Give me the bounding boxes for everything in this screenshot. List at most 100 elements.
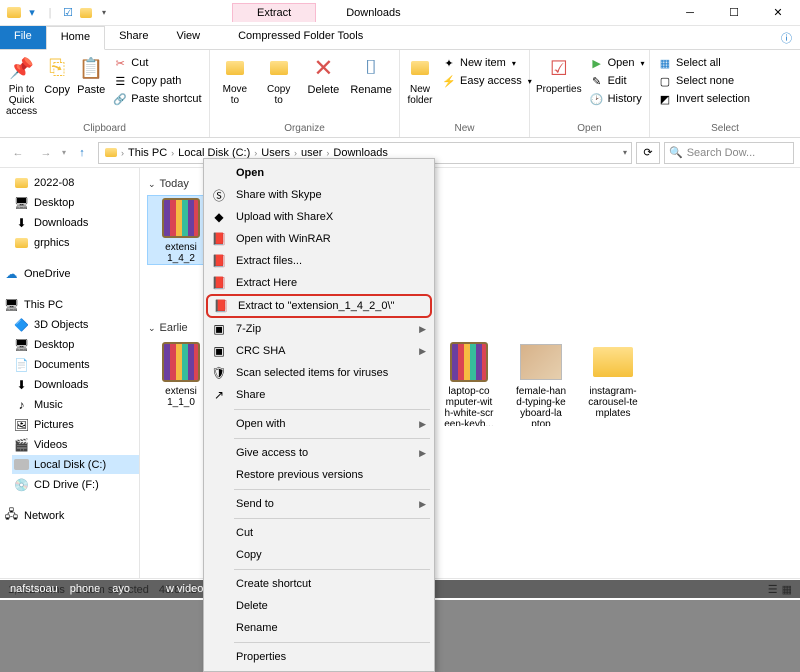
qat-dropdown-icon[interactable]: ▾: [96, 5, 112, 21]
ctx-restore-previous-versions[interactable]: Restore previous versions: [206, 464, 432, 486]
ctx-rename[interactable]: Rename: [206, 617, 432, 639]
nav-item-local-disk-c-[interactable]: Local Disk (C:): [12, 455, 139, 474]
ctx-open-with-winrar[interactable]: 📕Open with WinRAR: [206, 228, 432, 250]
ctx-create-shortcut[interactable]: Create shortcut: [206, 573, 432, 595]
ctx-send-to[interactable]: Send to▶: [206, 493, 432, 515]
back-button[interactable]: ←: [6, 141, 30, 165]
qat-check-icon[interactable]: ☑: [60, 5, 76, 21]
recent-dropdown[interactable]: ▾: [62, 148, 66, 157]
ctx-extract-to-extension-1-4-2-0-[interactable]: 📕Extract to "extension_1_4_2_0\": [206, 294, 432, 318]
forward-button[interactable]: →: [34, 141, 58, 165]
nav-item-cd-drive-f-[interactable]: 💿CD Drive (F:): [12, 475, 139, 494]
up-button[interactable]: ↑: [70, 141, 94, 165]
crumb-users[interactable]: Users: [259, 147, 292, 159]
taskbar-thumb[interactable]: ayo: [112, 583, 130, 595]
ctx-extract-here[interactable]: 📕Extract Here: [206, 272, 432, 294]
pin-quick-access-button[interactable]: 📌Pin to Quick access: [4, 52, 39, 119]
nav-item-2022-08[interactable]: 2022-08: [12, 173, 139, 192]
crumb-user[interactable]: user: [299, 147, 324, 159]
nav-item-onedrive[interactable]: ☁OneDrive: [2, 264, 139, 283]
refresh-button[interactable]: ⟳: [636, 142, 660, 164]
nav-item-downloads[interactable]: ⬇Downloads: [12, 375, 139, 394]
ctx-copy[interactable]: Copy: [206, 544, 432, 566]
taskbar-thumb[interactable]: phone: [70, 583, 101, 595]
history-button[interactable]: 🕑History: [586, 91, 649, 107]
nav-item-pictures[interactable]: 🖼Pictures: [12, 415, 139, 434]
tab-home[interactable]: Home: [46, 26, 105, 50]
crumb-dropdown-icon[interactable]: ▾: [623, 148, 627, 157]
new-folder-button[interactable]: New folder: [404, 52, 436, 108]
properties-icon: ☑: [545, 54, 573, 82]
nav-item-music[interactable]: ♪Music: [12, 395, 139, 414]
rename-icon: ⌷: [357, 54, 385, 82]
blank-icon: [210, 575, 228, 593]
tab-compressed-tools[interactable]: Compressed Folder Tools: [228, 26, 373, 49]
contextual-tab-extract[interactable]: Extract: [232, 3, 316, 22]
search-input[interactable]: 🔍 Search Dow...: [664, 142, 794, 164]
delete-button[interactable]: ✕Delete: [302, 52, 346, 98]
close-button[interactable]: ✕: [756, 0, 800, 26]
easyaccess-icon: ⚡: [442, 74, 456, 88]
file-icon: [517, 340, 565, 384]
rename-button[interactable]: ⌷Rename: [347, 52, 395, 98]
blank-icon: [210, 466, 228, 484]
cut-button[interactable]: ✂Cut: [109, 55, 205, 71]
ctx-delete[interactable]: Delete: [206, 595, 432, 617]
copy-path-button[interactable]: ☰Copy path: [109, 73, 205, 89]
nav-item-network[interactable]: 🖧Network: [2, 506, 139, 525]
ctx-crc-sha[interactable]: ▣CRC SHA▶: [206, 340, 432, 362]
qat-save-icon[interactable]: ▾: [24, 5, 40, 21]
nav-item-grphics[interactable]: grphics: [12, 233, 139, 252]
paste-shortcut-button[interactable]: 🔗Paste shortcut: [109, 91, 205, 107]
tab-file[interactable]: File: [0, 26, 46, 49]
nav-item-documents[interactable]: 📄Documents: [12, 355, 139, 374]
ctx-share[interactable]: ↗Share: [206, 384, 432, 406]
navigation-pane[interactable]: 2022-08🖥Desktop⬇Downloadsgrphics☁OneDriv…: [0, 168, 140, 578]
nav-item-3d-objects[interactable]: 🔷3D Objects: [12, 315, 139, 334]
ribbon-tabs: File Home Share View Compressed Folder T…: [0, 26, 800, 50]
ctx-share-with-skype[interactable]: ⓈShare with Skype: [206, 184, 432, 206]
move-to-button[interactable]: Move to: [214, 52, 256, 108]
nav-item-this-pc[interactable]: 🖥This PC: [2, 295, 139, 314]
maximize-button[interactable]: ☐: [712, 0, 756, 26]
copy-button[interactable]: ⎘Copy: [41, 52, 73, 98]
paste-button[interactable]: 📋Paste: [75, 52, 107, 98]
ctx-give-access-to[interactable]: Give access to▶: [206, 442, 432, 464]
select-none-button[interactable]: ▢Select none: [654, 73, 754, 89]
taskbar-thumb[interactable]: nafstsoau: [10, 583, 58, 595]
easy-access-button[interactable]: ⚡Easy access▾: [438, 73, 536, 89]
crumb-downloads[interactable]: Downloads: [331, 147, 389, 159]
file-item[interactable]: instagram-carousel-templates: [580, 340, 646, 426]
tab-share[interactable]: Share: [105, 26, 162, 49]
qat-paste-icon[interactable]: [78, 5, 94, 21]
ctx-open-with[interactable]: Open with▶: [206, 413, 432, 435]
new-item-button[interactable]: ✦New item▾: [438, 55, 536, 71]
ctx-cut[interactable]: Cut: [206, 522, 432, 544]
crumb-c[interactable]: Local Disk (C:): [176, 147, 252, 159]
nav-item-desktop[interactable]: 🖥Desktop: [12, 193, 139, 212]
edit-button[interactable]: ✎Edit: [586, 73, 649, 89]
ctx-upload-with-sharex[interactable]: ◆Upload with ShareX: [206, 206, 432, 228]
ctx-open[interactable]: Open: [206, 162, 432, 184]
open-button[interactable]: ▶Open▾: [586, 55, 649, 71]
minimize-button[interactable]: ─: [668, 0, 712, 26]
nav-item-downloads[interactable]: ⬇Downloads: [12, 213, 139, 232]
select-all-button[interactable]: ▦Select all: [654, 55, 754, 71]
copy-to-button[interactable]: Copy to: [258, 52, 300, 108]
properties-button[interactable]: ☑Properties: [534, 52, 584, 97]
ctx-7-zip[interactable]: ▣7-Zip▶: [206, 318, 432, 340]
nav-item-videos[interactable]: 🎬Videos: [12, 435, 139, 454]
ctx-properties[interactable]: Properties: [206, 646, 432, 668]
invert-selection-button[interactable]: ◩Invert selection: [654, 91, 754, 107]
tab-view[interactable]: View: [162, 26, 214, 49]
file-item[interactable]: laptop-computer-with-white-screen-keyb..…: [436, 340, 502, 426]
help-icon[interactable]: ⓘ: [781, 30, 792, 46]
folder-icon: 🖧: [4, 508, 19, 523]
moveto-icon: [221, 54, 249, 82]
ctx-scan-selected-items-for-viruse[interactable]: 🛡Scan selected items for viruses: [206, 362, 432, 384]
file-item[interactable]: female-hand-typing-keyboard-laptop: [508, 340, 574, 426]
ctx-extract-files-[interactable]: 📕Extract files...: [206, 250, 432, 272]
share-icon: ↗: [210, 386, 228, 404]
nav-item-desktop[interactable]: 🖥Desktop: [12, 335, 139, 354]
crumb-thispc[interactable]: This PC: [126, 147, 169, 159]
